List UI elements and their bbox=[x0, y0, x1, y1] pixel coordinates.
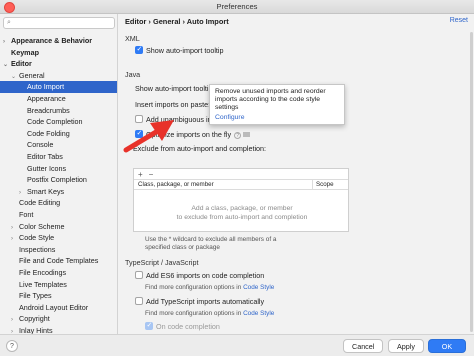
help-button[interactable]: ? bbox=[6, 340, 18, 352]
dialog-button-bar: ? Cancel Apply OK bbox=[0, 334, 474, 356]
apply-button[interactable]: Apply bbox=[388, 339, 424, 353]
cancel-button[interactable]: Cancel bbox=[343, 339, 384, 353]
ok-button[interactable]: OK bbox=[428, 339, 466, 353]
annotation-arrow-icon bbox=[123, 120, 174, 153]
preferences-window: Preferences ⌕ › Appearance & Behavior Keym… bbox=[0, 0, 474, 356]
